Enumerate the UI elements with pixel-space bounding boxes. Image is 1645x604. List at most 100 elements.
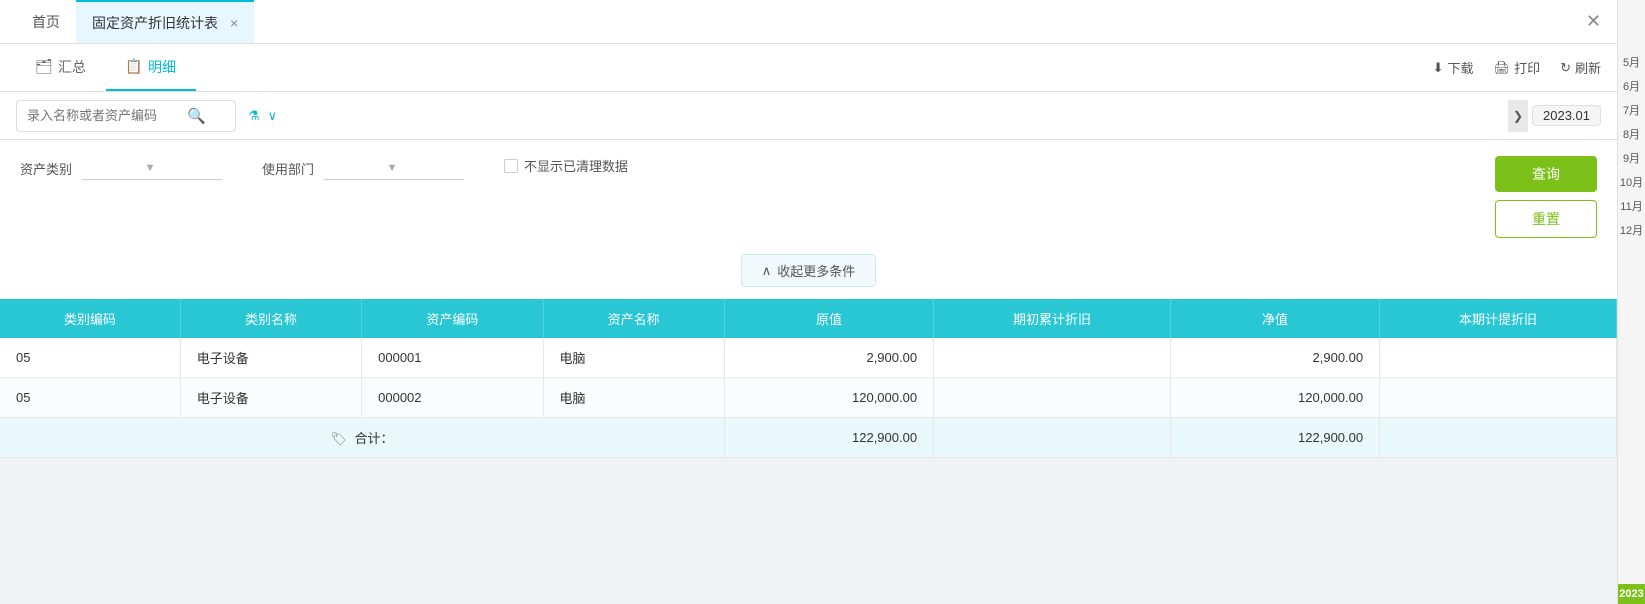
th-asset-name: 资产名称 (543, 299, 724, 338)
total-label: 合计： (354, 431, 393, 446)
table-row: 05 电子设备 000002 电脑 120,000.00 120,000.00 (0, 378, 1617, 418)
cell-original-value: 2,900.00 (724, 338, 933, 378)
nav-home[interactable]: 首页 (16, 0, 76, 43)
refresh-button[interactable]: ↻ 刷新 (1560, 58, 1601, 77)
th-category-name: 类别名称 (180, 299, 361, 338)
date-label: 2023.01 (1543, 108, 1590, 123)
search-input[interactable] (27, 108, 187, 123)
chevron-up-icon: ∧ (762, 263, 772, 279)
filter-buttons: 查询 重置 (1495, 156, 1597, 238)
cell-original-value: 120,000.00 (724, 378, 933, 418)
download-button[interactable]: ⬇ 下载 (1433, 58, 1474, 77)
search-bar: 🔍 ⚗ ∨ ❯ 2023.01 (0, 92, 1617, 140)
hide-cleared-checkbox[interactable] (504, 159, 518, 173)
refresh-icon: ↻ (1560, 60, 1571, 76)
sidebar-month-item[interactable]: 9月 (1620, 146, 1643, 170)
sidebar-month-item[interactable]: 11月 (1620, 194, 1643, 218)
sidebar-month-item[interactable]: 8月 (1620, 122, 1643, 146)
top-nav: 首页 固定资产折旧统计表 × ✕ (0, 0, 1617, 44)
cell-net-value: 120,000.00 (1170, 378, 1379, 418)
total-original-value: 122,900.00 (724, 418, 933, 458)
print-icon: 🖨 (1494, 60, 1511, 76)
tab-summary[interactable]: 🗂 汇总 (16, 44, 106, 91)
asset-category-value (90, 160, 141, 175)
sidebar-month-item[interactable]: 10月 (1620, 170, 1643, 194)
sidebar-month-item[interactable]: 12月 (1620, 218, 1643, 242)
download-icon: ⬇ (1433, 60, 1444, 76)
query-button[interactable]: 查询 (1495, 156, 1597, 192)
total-label-cell: 🏷 合计： (0, 418, 724, 458)
sidebar-month-item[interactable]: 7月 (1620, 98, 1643, 122)
collapse-label: 收起更多条件 (777, 261, 855, 280)
cell-current-depreciation (1380, 378, 1617, 418)
sidebar-month-item[interactable]: 5月 (1620, 50, 1643, 74)
cell-category-code: 05 (0, 338, 180, 378)
tab-detail[interactable]: 📋 明细 (106, 44, 196, 91)
reset-button[interactable]: 重置 (1495, 200, 1597, 238)
collapse-bar: ∧ 收起更多条件 (0, 246, 1617, 299)
th-original-value: 原值 (724, 299, 933, 338)
department-select[interactable]: ▼ (324, 156, 464, 180)
sidebar-month-item[interactable]: 6月 (1620, 74, 1643, 98)
th-accumulated-depreciation: 期初累计折旧 (934, 299, 1171, 338)
hide-cleared-checkbox-group[interactable]: 不显示已清理数据 (504, 156, 628, 175)
date-badge: 2023.01 (1532, 105, 1601, 126)
filter-area: 资产类别 ▼ 使用部门 ▼ 不显示已清理数据 查询 重置 (0, 140, 1617, 246)
filter-department-group: 使用部门 ▼ (262, 156, 464, 180)
cell-net-value: 2,900.00 (1170, 338, 1379, 378)
date-prev-button[interactable]: ❯ (1508, 100, 1528, 132)
th-net-value: 净值 (1170, 299, 1379, 338)
hide-cleared-label: 不显示已清理数据 (524, 156, 628, 175)
cell-asset-name: 电脑 (543, 378, 724, 418)
detail-icon: 📋 (126, 59, 142, 75)
total-accumulated-depreciation (934, 418, 1171, 458)
table-row: 05 电子设备 000001 电脑 2,900.00 2,900.00 (0, 338, 1617, 378)
print-label: 打印 (1514, 58, 1540, 77)
asset-category-select[interactable]: ▼ (82, 156, 222, 180)
cell-asset-code: 000001 (362, 338, 543, 378)
th-asset-code: 资产编码 (362, 299, 543, 338)
cell-category-code: 05 (0, 378, 180, 418)
layers-icon: 🗂 (36, 59, 52, 75)
cell-category-name: 电子设备 (180, 338, 361, 378)
cell-accumulated-depreciation (934, 338, 1171, 378)
total-current-depreciation (1380, 418, 1617, 458)
nav-tab-label: 固定资产折旧统计表 (92, 13, 218, 33)
right-sidebar: 5月6月7月8月9月10月11月12月 2023 (1617, 0, 1645, 604)
table-total-row: 🏷 合计： 122,900.00 122,900.00 (0, 418, 1617, 458)
data-table: 类别编码 类别名称 资产编码 资产名称 原值 期初累计折旧 净值 本期计提折旧 … (0, 299, 1617, 458)
table-header-row: 类别编码 类别名称 资产编码 资产名称 原值 期初累计折旧 净值 本期计提折旧 (0, 299, 1617, 338)
cell-current-depreciation (1380, 338, 1617, 378)
download-label: 下载 (1448, 58, 1474, 77)
department-value (332, 160, 383, 175)
search-input-wrap[interactable]: 🔍 (16, 100, 236, 132)
cell-asset-code: 000002 (362, 378, 543, 418)
sidebar-year: 2023 (1618, 584, 1645, 604)
th-current-depreciation: 本期计提折旧 (1380, 299, 1617, 338)
total-icon: 🏷 (330, 431, 347, 446)
more-conditions-button[interactable]: ⚗ ∨ (248, 108, 277, 124)
department-label: 使用部门 (262, 159, 314, 178)
cell-category-name: 电子设备 (180, 378, 361, 418)
filter-icon: ⚗ (248, 108, 260, 124)
refresh-label: 刷新 (1575, 58, 1601, 77)
print-button[interactable]: 🖨 打印 (1494, 58, 1541, 77)
th-category-code: 类别编码 (0, 299, 180, 338)
asset-category-chevron-icon: ▼ (145, 162, 156, 174)
search-icon[interactable]: 🔍 (187, 107, 206, 125)
table-wrap: 类别编码 类别名称 资产编码 资产名称 原值 期初累计折旧 净值 本期计提折旧 … (0, 299, 1617, 458)
nav-tab-depreciation[interactable]: 固定资产折旧统计表 × (76, 0, 254, 43)
toolbar-tabs: 🗂 汇总 📋 明细 ⬇ 下载 🖨 打印 ↻ 刷新 (0, 44, 1617, 92)
tab-summary-label: 汇总 (58, 57, 86, 77)
window-close-icon[interactable]: ✕ (1586, 11, 1601, 32)
department-chevron-icon: ▼ (387, 162, 398, 174)
collapse-button[interactable]: ∧ 收起更多条件 (741, 254, 877, 287)
asset-category-label: 资产类别 (20, 159, 72, 178)
nav-tab-close-icon[interactable]: × (230, 15, 238, 31)
cell-asset-name: 电脑 (543, 338, 724, 378)
tab-detail-label: 明细 (148, 57, 176, 77)
cell-accumulated-depreciation (934, 378, 1171, 418)
filter-asset-category-group: 资产类别 ▼ (20, 156, 222, 180)
total-net-value: 122,900.00 (1170, 418, 1379, 458)
chevron-down-icon: ∨ (268, 108, 278, 124)
